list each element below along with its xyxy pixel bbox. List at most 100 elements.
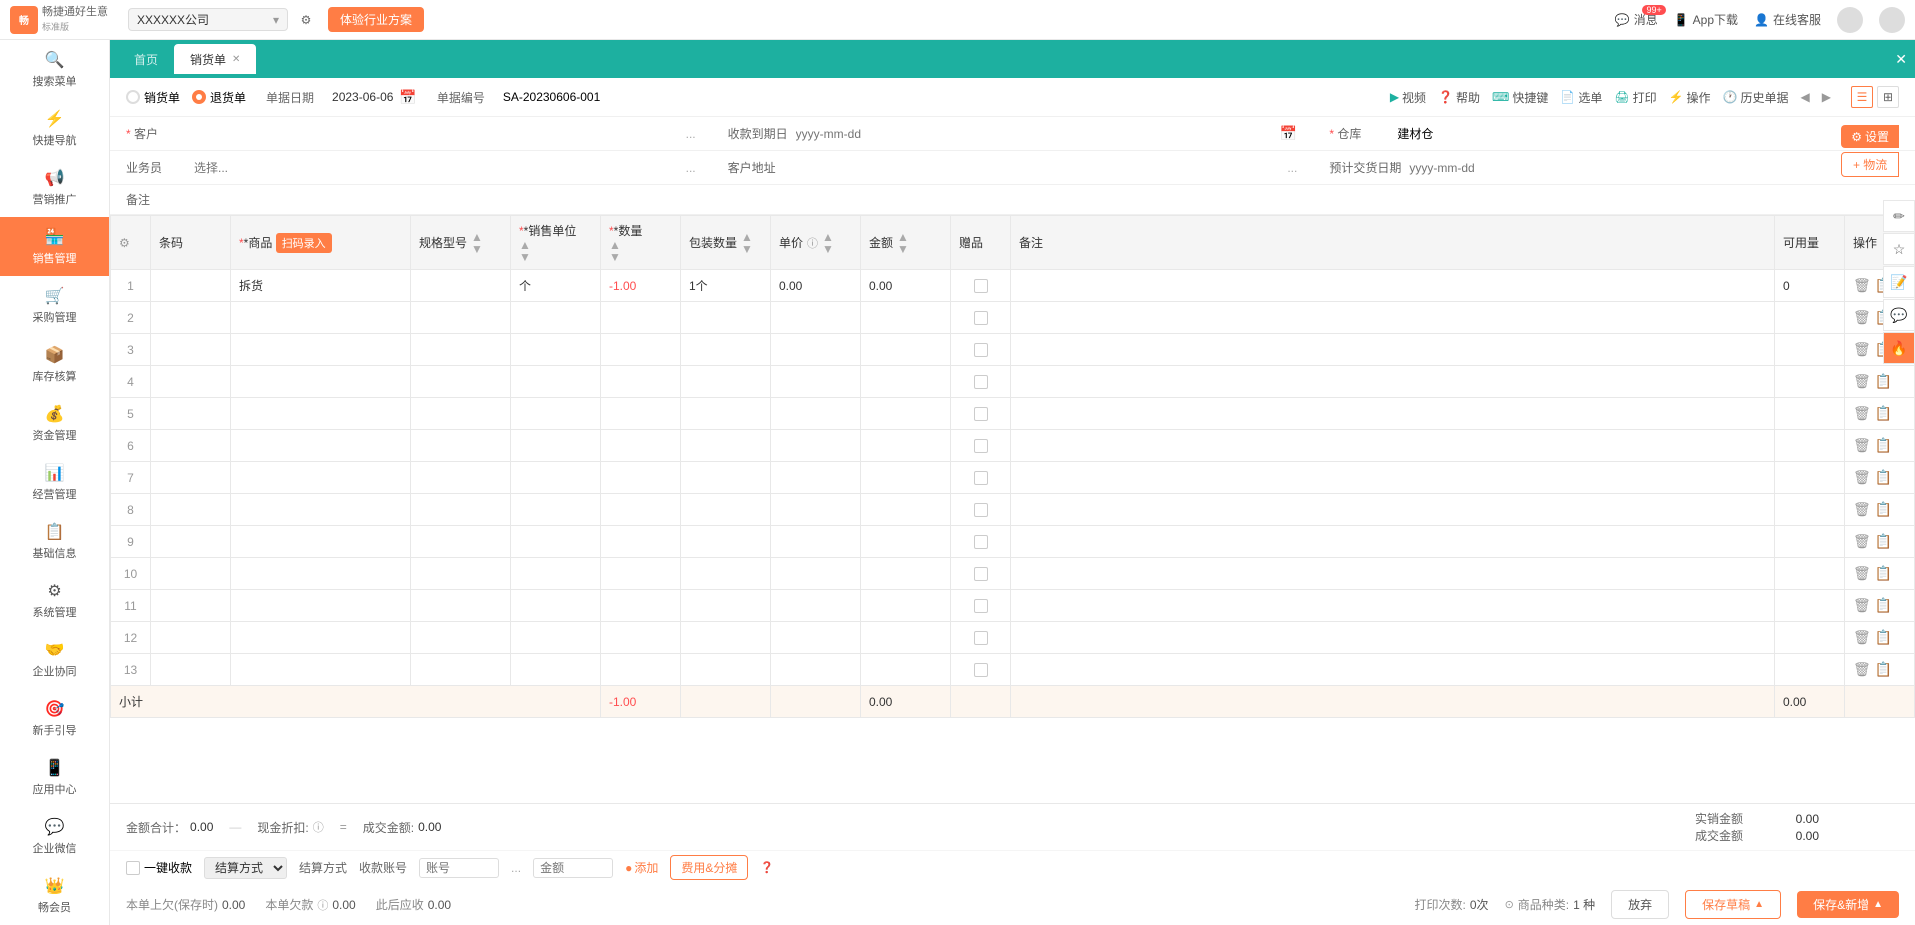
prev-record-icon[interactable]: ◀	[1801, 90, 1810, 104]
row-quantity[interactable]	[601, 590, 681, 622]
one-click-payment[interactable]: 一键收款	[126, 859, 192, 876]
row-pack-qty[interactable]	[681, 302, 771, 334]
row-unit[interactable]	[511, 590, 601, 622]
copy-icon[interactable]: 📋	[1875, 533, 1892, 550]
row-quantity[interactable]	[601, 430, 681, 462]
row-amount[interactable]	[861, 334, 951, 366]
row-product[interactable]	[231, 430, 411, 462]
row-barcode[interactable]	[151, 398, 231, 430]
row-pack-qty[interactable]	[681, 398, 771, 430]
copy-icon[interactable]: 📋	[1875, 629, 1892, 646]
row-remark[interactable]	[1011, 654, 1775, 686]
row-unit[interactable]	[511, 430, 601, 462]
col-settings-icon[interactable]: ⚙	[119, 236, 130, 250]
payment-calendar-icon[interactable]: 📅	[1280, 125, 1297, 142]
row-unit-price[interactable]	[771, 366, 861, 398]
row-product[interactable]	[231, 462, 411, 494]
customer-input[interactable]	[194, 127, 678, 141]
delete-icon[interactable]: 🗑	[1853, 597, 1871, 614]
row-product[interactable]: 拆货	[231, 270, 411, 302]
copy-icon[interactable]: 📋	[1875, 597, 1892, 614]
save-new-btn[interactable]: 保存&新增 ▲	[1797, 891, 1899, 918]
tab-sales-order[interactable]: 销货单 ✕	[174, 44, 256, 74]
copy-icon[interactable]: 📋	[1875, 469, 1892, 486]
row-amount[interactable]	[861, 622, 951, 654]
sidebar-item-operation[interactable]: 📊 经营管理	[0, 453, 109, 512]
row-remark[interactable]	[1011, 590, 1775, 622]
salesperson-ellipsis[interactable]: ...	[686, 161, 696, 175]
row-unit[interactable]	[511, 622, 601, 654]
row-spec[interactable]	[411, 398, 511, 430]
gift-checkbox[interactable]	[974, 503, 988, 517]
row-barcode[interactable]	[151, 494, 231, 526]
row-amount[interactable]	[861, 494, 951, 526]
sidebar-item-system[interactable]: ⚙ 系统管理	[0, 571, 109, 630]
abandon-btn[interactable]: 放弃	[1611, 890, 1669, 919]
row-product[interactable]	[231, 334, 411, 366]
product-types-icon[interactable]: ⊙	[1505, 898, 1514, 911]
row-barcode[interactable]	[151, 590, 231, 622]
delete-icon[interactable]: 🗑	[1853, 373, 1871, 390]
operation-btn[interactable]: ⚡ 操作	[1669, 89, 1711, 106]
row-unit-price[interactable]	[771, 334, 861, 366]
row-quantity[interactable]	[601, 366, 681, 398]
row-remark[interactable]	[1011, 622, 1775, 654]
row-amount[interactable]	[861, 526, 951, 558]
row-pack-qty[interactable]	[681, 622, 771, 654]
row-remark[interactable]	[1011, 398, 1775, 430]
gift-checkbox[interactable]	[974, 343, 988, 357]
row-unit[interactable]	[511, 654, 601, 686]
row-amount[interactable]	[861, 654, 951, 686]
sidebar-item-wechat[interactable]: 💬 企业微信	[0, 807, 109, 866]
row-unit[interactable]	[511, 462, 601, 494]
page-close-icon[interactable]: ✕	[1895, 51, 1907, 68]
gift-checkbox[interactable]	[974, 663, 988, 677]
company-selector[interactable]: XXXXXX公司 ▾	[128, 8, 288, 31]
row-unit-price[interactable]	[771, 654, 861, 686]
radio-sales-order[interactable]: 销货单	[126, 89, 180, 106]
row-quantity[interactable]	[601, 558, 681, 590]
list-view-icon[interactable]: ☰	[1851, 86, 1873, 108]
delete-icon[interactable]: 🗑	[1853, 501, 1871, 518]
delivery-date-input[interactable]	[1409, 161, 1873, 175]
row-spec[interactable]	[411, 494, 511, 526]
settings-btn[interactable]: ⚙ 设置	[1841, 125, 1899, 148]
row-barcode[interactable]	[151, 622, 231, 654]
float-btn-1[interactable]: ✏	[1883, 200, 1915, 232]
sidebar-item-search[interactable]: 🔍 搜索菜单	[0, 40, 109, 99]
row-unit-price[interactable]	[771, 302, 861, 334]
settlement-method-select[interactable]: 结算方式	[204, 857, 287, 879]
sidebar-item-member[interactable]: 👑 畅会员	[0, 866, 109, 925]
row-unit[interactable]	[511, 334, 601, 366]
settings-icon[interactable]: ⚙	[292, 6, 320, 34]
row-spec[interactable]	[411, 590, 511, 622]
row-barcode[interactable]	[151, 654, 231, 686]
row-amount[interactable]	[861, 462, 951, 494]
row-unit[interactable]: 个	[511, 270, 601, 302]
row-barcode[interactable]	[151, 526, 231, 558]
delete-icon[interactable]: 🗑	[1853, 533, 1871, 550]
delete-icon[interactable]: 🗑	[1853, 661, 1871, 678]
row-quantity[interactable]	[601, 622, 681, 654]
row-barcode[interactable]	[151, 430, 231, 462]
history-btn[interactable]: 🕐 历史单据	[1723, 89, 1789, 106]
sidebar-item-sales[interactable]: 🏪 销售管理	[0, 217, 109, 276]
row-unit-price[interactable]: 0.00	[771, 270, 861, 302]
price-info-icon[interactable]: ⓘ	[807, 235, 818, 251]
row-remark[interactable]	[1011, 526, 1775, 558]
row-amount[interactable]: 0.00	[861, 270, 951, 302]
row-pack-qty[interactable]	[681, 654, 771, 686]
row-unit[interactable]	[511, 302, 601, 334]
row-spec[interactable]	[411, 622, 511, 654]
float-btn-5[interactable]: 🔥	[1883, 332, 1915, 364]
row-unit[interactable]	[511, 366, 601, 398]
avatar[interactable]	[1837, 7, 1863, 33]
row-unit[interactable]	[511, 526, 601, 558]
row-barcode[interactable]	[151, 366, 231, 398]
row-unit-price[interactable]	[771, 398, 861, 430]
row-unit-price[interactable]	[771, 462, 861, 494]
row-quantity[interactable]	[601, 302, 681, 334]
print-btn[interactable]: 🖨 打印	[1614, 89, 1656, 106]
row-remark[interactable]	[1011, 334, 1775, 366]
row-product[interactable]	[231, 622, 411, 654]
